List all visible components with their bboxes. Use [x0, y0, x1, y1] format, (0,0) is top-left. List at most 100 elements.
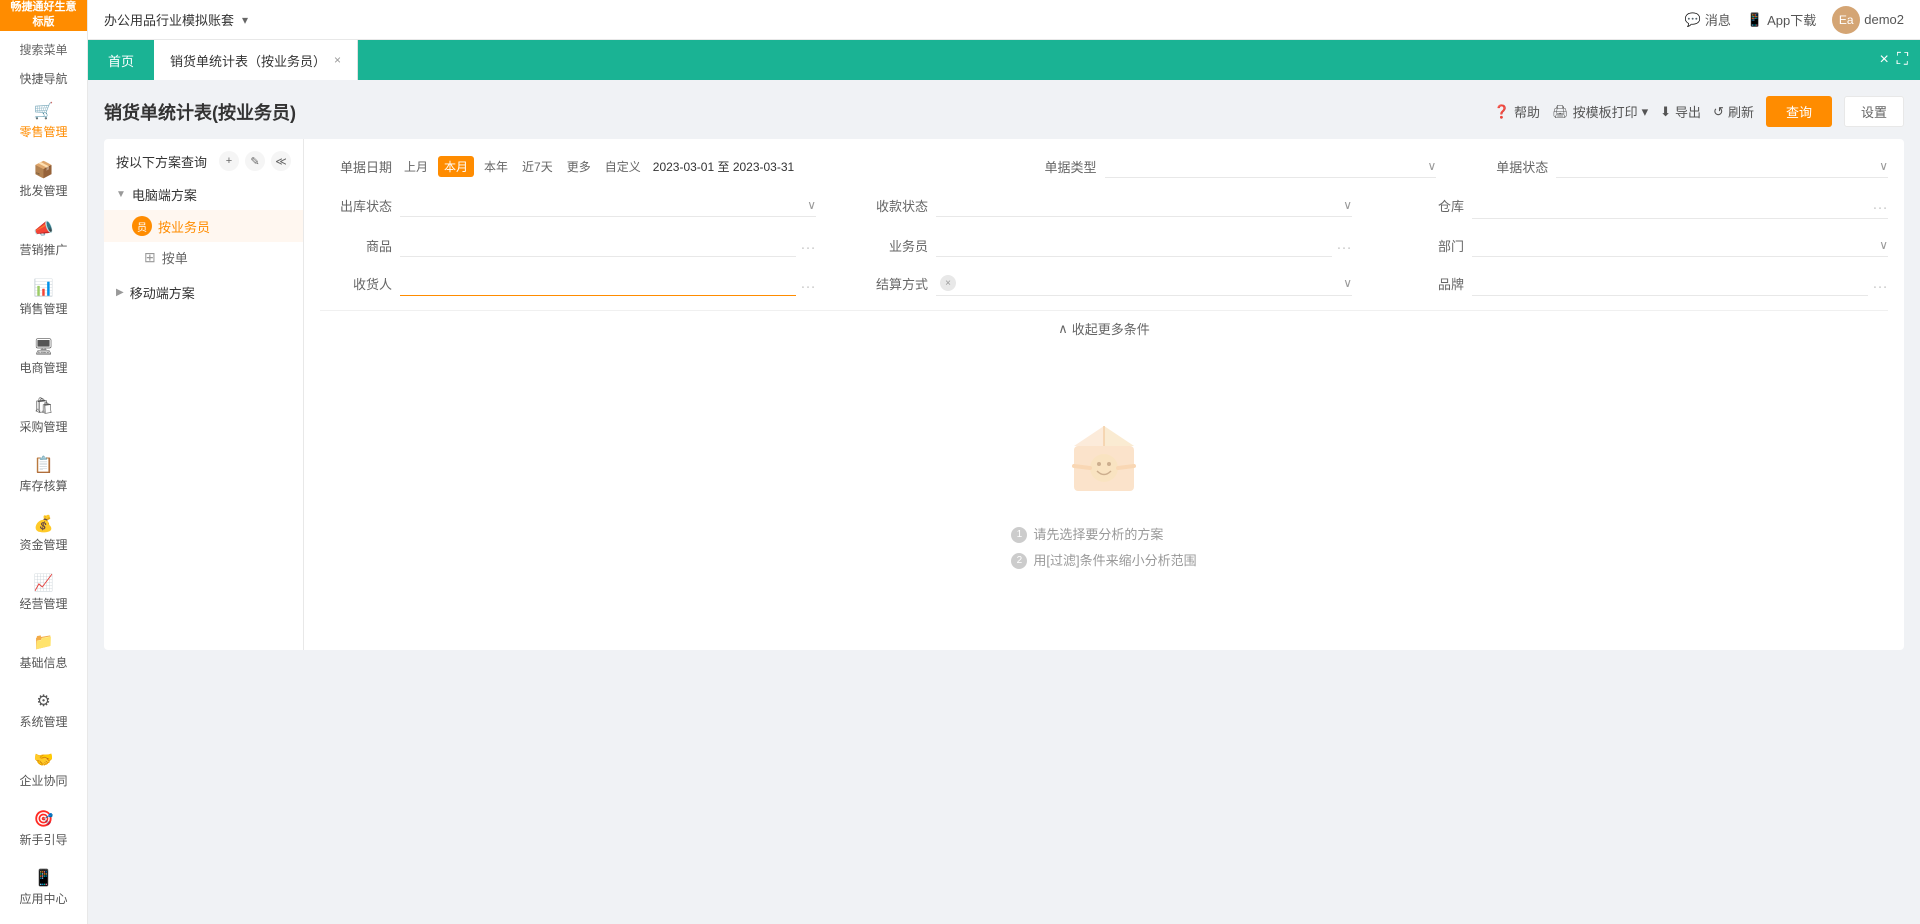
settlement-select[interactable]: × ∨: [936, 271, 1352, 296]
collapse-button[interactable]: ∧ 收起更多条件: [1058, 319, 1150, 338]
settlement-clear-icon[interactable]: ×: [940, 275, 956, 291]
sidebar-item-inventory-label: 库存核算: [19, 477, 67, 494]
sidebar-item-ecommerce[interactable]: 🖥 电商管理: [0, 327, 87, 386]
out-status-select[interactable]: ∨: [400, 194, 816, 217]
payment-status-select[interactable]: ∨: [936, 194, 1352, 217]
app-download-button[interactable]: 📱 App下载: [1747, 10, 1816, 29]
help-button[interactable]: ❓ 帮助: [1494, 102, 1540, 121]
date-label: 单据日期: [320, 157, 400, 176]
out-status-control: ∨: [400, 194, 816, 217]
user-area[interactable]: Ea demo2: [1832, 6, 1904, 34]
date-btn-custom[interactable]: 自定义: [601, 156, 645, 177]
add-scheme-button[interactable]: +: [219, 151, 239, 171]
doc-type-label: 单据类型: [1025, 157, 1105, 176]
sidebar-item-appstore[interactable]: 📱 应用中心: [0, 858, 87, 917]
department-control: ∨: [1472, 234, 1888, 257]
warehouse-dots-icon[interactable]: …: [1872, 196, 1888, 214]
tab-spacer: [358, 40, 1867, 80]
help-icon: ❓: [1494, 104, 1510, 120]
enterprise-icon: 🤝: [34, 750, 54, 770]
warehouse-label: 仓库: [1392, 196, 1472, 215]
settlement-label: 结算方式: [856, 274, 936, 293]
warehouse-select[interactable]: …: [1472, 192, 1888, 219]
tab-window-maximize-icon[interactable]: ⛶: [1897, 51, 1908, 69]
sidebar-item-operation[interactable]: 📈 经营管理: [0, 563, 87, 622]
message-button[interactable]: 💬 消息: [1685, 10, 1731, 29]
department-select[interactable]: ∨: [1472, 234, 1888, 257]
brand-dots-icon[interactable]: …: [1872, 275, 1888, 293]
tab-sales-stats[interactable]: 销货单统计表（按业务员） ×: [154, 40, 358, 80]
tab-window-close-icon[interactable]: ×: [1879, 51, 1888, 69]
salesperson-input[interactable]: [936, 233, 1332, 257]
date-btn-thismonth[interactable]: 本月: [438, 156, 474, 177]
goods-input[interactable]: [400, 233, 796, 257]
logo-text: 畅捷通好生意: [11, 0, 77, 15]
sidebar-item-inventory[interactable]: 📋 库存核算: [0, 445, 87, 504]
left-panel: 按以下方案查询 + ✎ ≪ ▼ 电脑端方案 员: [104, 139, 304, 650]
goods-dots-icon[interactable]: …: [800, 236, 816, 254]
receiver-input[interactable]: [400, 272, 796, 296]
sidebar-item-system[interactable]: ⚙ 系统管理: [0, 681, 87, 740]
sidebar-item-purchase[interactable]: 🛍 采购管理: [0, 386, 87, 445]
sidebar-item-newbie[interactable]: 🎯 新手引导: [0, 799, 87, 858]
date-btn-7days[interactable]: 近7天: [518, 156, 557, 177]
receiver-dots-icon[interactable]: …: [800, 275, 816, 293]
sales-icon: 📊: [34, 278, 54, 298]
sidebar-item-retail[interactable]: 🛒 零售管理: [0, 91, 87, 150]
refresh-button[interactable]: ↺ 刷新: [1713, 102, 1754, 121]
retail-icon: 🛒: [34, 101, 54, 121]
doc-type-chevron-icon: ∨: [1427, 159, 1436, 173]
scheme-group-mobile-header[interactable]: ▶ 移动端方案: [104, 277, 303, 308]
sidebar-item-marketing[interactable]: 📣 营销推广: [0, 209, 87, 268]
collapse-bar: ∧ 收起更多条件: [320, 310, 1888, 346]
sidebar-item-ecommerce-label: 电商管理: [19, 359, 67, 376]
scheme-item-salesperson-label: 按业务员: [158, 217, 210, 236]
empty-illustration: [1044, 406, 1164, 506]
main-card: 按以下方案查询 + ✎ ≪ ▼ 电脑端方案 员: [104, 139, 1904, 650]
quick-nav-item[interactable]: 快捷导航: [0, 64, 87, 91]
date-btn-lastmonth[interactable]: 上月: [400, 156, 432, 177]
brand-label: 品牌: [1392, 274, 1472, 293]
department-chevron-icon: ∨: [1879, 238, 1888, 252]
sidebar-item-finance[interactable]: 💰 资金管理: [0, 504, 87, 563]
empty-tip-1: 1 请先选择要分析的方案: [1011, 522, 1196, 548]
sidebar-item-basic[interactable]: 📁 基础信息: [0, 622, 87, 681]
scheme-sub-item-order[interactable]: ⊞ 按单: [104, 242, 303, 273]
salesperson-control: …: [936, 233, 1352, 257]
doc-type-select[interactable]: ∨: [1105, 155, 1437, 178]
department-label: 部门: [1392, 236, 1472, 255]
salesperson-dots-icon[interactable]: …: [1336, 236, 1352, 254]
tip-text-1: 请先选择要分析的方案: [1033, 522, 1163, 548]
date-btn-more[interactable]: 更多: [563, 156, 595, 177]
print-button[interactable]: 🖨 按模板打印 ▾: [1552, 102, 1648, 121]
brand-input[interactable]: [1472, 272, 1868, 296]
sidebar-item-wholesale[interactable]: 📦 批发管理: [0, 150, 87, 209]
tab-close-icon[interactable]: ×: [334, 53, 341, 67]
download-icon: 📱: [1747, 12, 1763, 28]
query-button[interactable]: 查询: [1766, 96, 1832, 127]
search-menu-button[interactable]: 搜索菜单: [0, 41, 87, 58]
export-button[interactable]: ⬇ 导出: [1660, 102, 1701, 121]
doc-status-select[interactable]: ∨: [1556, 155, 1888, 178]
scheme-item-salesperson[interactable]: 员 按业务员: [104, 210, 303, 242]
topbar-dropdown-icon[interactable]: ▾: [242, 13, 248, 27]
tab-home[interactable]: 首页: [88, 40, 154, 80]
system-icon: ⚙: [36, 691, 50, 711]
setting-button[interactable]: 设置: [1844, 96, 1904, 127]
app-logo[interactable]: 畅捷通好生意 标版: [0, 0, 88, 31]
scheme-group-pc-header[interactable]: ▼ 电脑端方案: [104, 179, 303, 210]
doc-type-control: ∨: [1105, 155, 1437, 178]
sidebar-item-sales[interactable]: 📊 销售管理: [0, 268, 87, 327]
sidebar-item-weixin[interactable]: 💬 企业微信: [0, 917, 87, 924]
search-menu-area[interactable]: 搜索菜单: [0, 31, 87, 64]
print-dropdown-icon[interactable]: ▾: [1642, 104, 1649, 120]
sidebar-item-enterprise[interactable]: 🤝 企业协同: [0, 740, 87, 799]
empty-tips: 1 请先选择要分析的方案 2 用[过滤]条件来缩小分析范围: [1011, 522, 1196, 574]
collapse-panel-button[interactable]: ≪: [271, 151, 291, 171]
payment-status-label: 收款状态: [856, 196, 936, 215]
date-btn-thisyear[interactable]: 本年: [480, 156, 512, 177]
ecommerce-icon: 🖥: [33, 337, 53, 357]
empty-tip-2: 2 用[过滤]条件来缩小分析范围: [1011, 548, 1196, 574]
edit-scheme-button[interactable]: ✎: [245, 151, 265, 171]
scheme-group-mobile-label: 移动端方案: [130, 283, 195, 302]
